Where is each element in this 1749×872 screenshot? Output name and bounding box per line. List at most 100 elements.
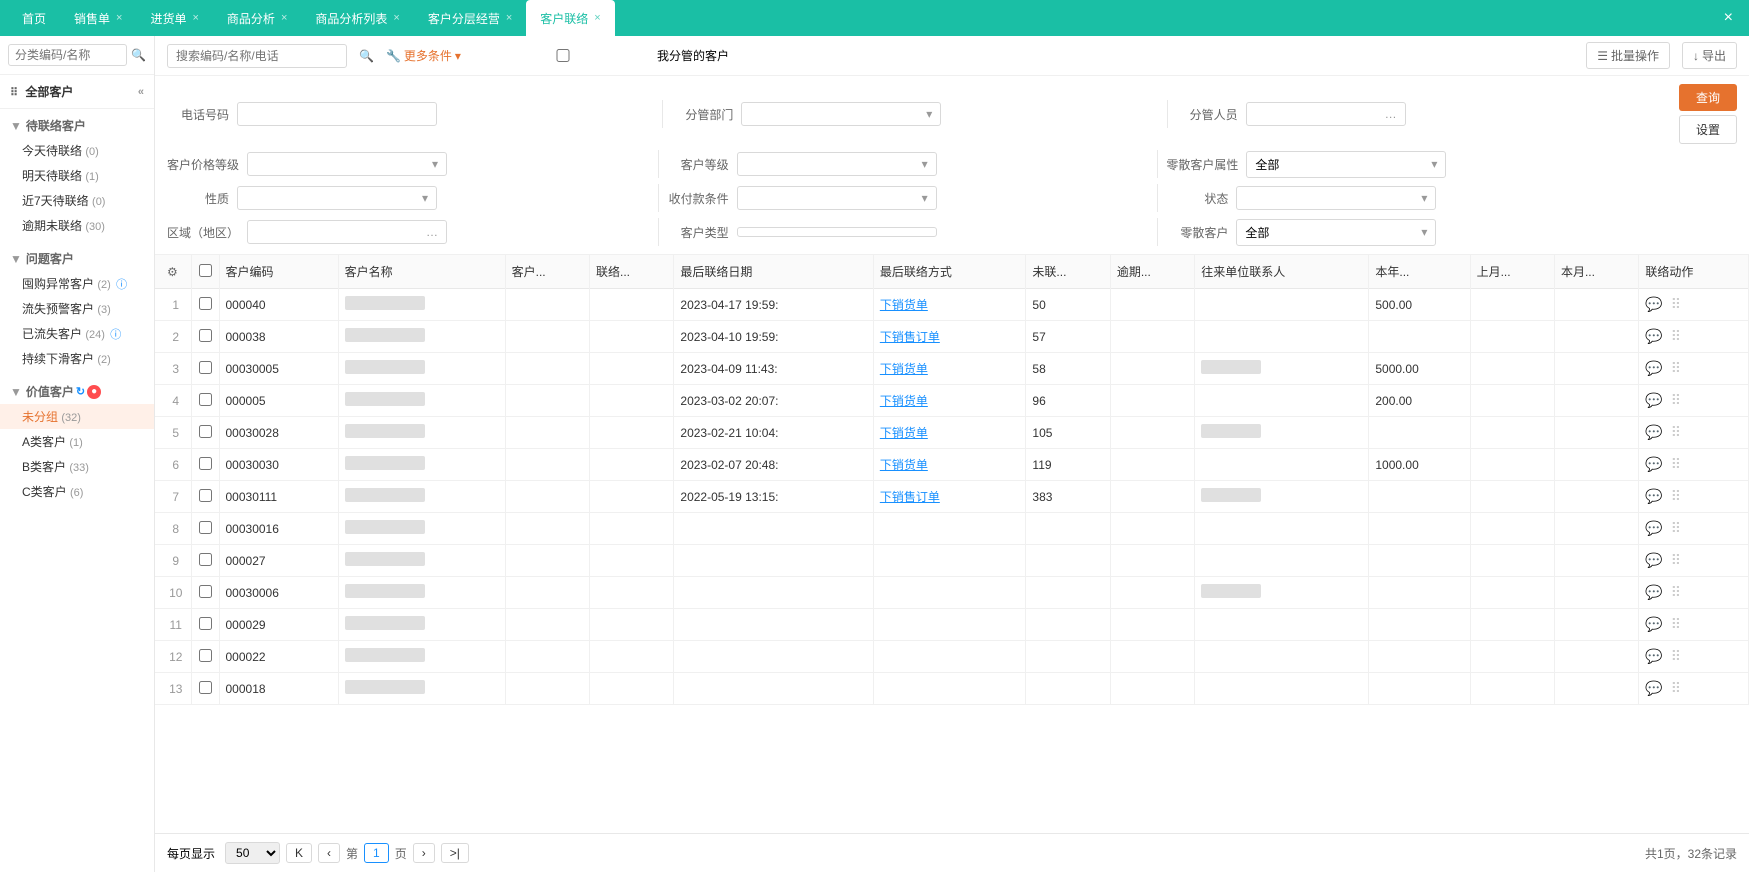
batch-op-button[interactable]: ☰ 批量操作	[1586, 42, 1670, 69]
manager-select[interactable]: …	[1246, 102, 1406, 126]
cell-checkbox[interactable]	[191, 417, 219, 449]
cust-type-select[interactable]	[737, 227, 937, 237]
row-checkbox[interactable]	[199, 297, 212, 310]
message-icon[interactable]: 💬	[1645, 392, 1662, 409]
message-icon[interactable]: 💬	[1645, 552, 1662, 569]
contact-way-link[interactable]: 下销售订单	[880, 490, 940, 504]
my-customers-checkbox[interactable]: 我分管的客户	[473, 47, 729, 64]
nav-customer-contact[interactable]: 客户联络 ×	[526, 0, 614, 36]
row-checkbox[interactable]	[199, 617, 212, 630]
qr-icon[interactable]: ⠿	[1671, 648, 1681, 665]
qr-icon[interactable]: ⠿	[1671, 360, 1681, 377]
reset-button[interactable]: 设置	[1679, 115, 1737, 144]
sidebar-item-today[interactable]: 今天待联络 (0)	[0, 138, 154, 163]
nature-select[interactable]: ▾	[237, 186, 437, 210]
cell-checkbox[interactable]	[191, 609, 219, 641]
row-checkbox[interactable]	[199, 521, 212, 534]
qr-icon[interactable]: ⠿	[1671, 680, 1681, 697]
row-checkbox[interactable]	[199, 585, 212, 598]
qr-icon[interactable]: ⠿	[1671, 424, 1681, 441]
search-input[interactable]	[167, 44, 347, 68]
refresh-icon[interactable]: ↻	[76, 385, 85, 398]
sidebar-item-c-class[interactable]: C类客户 (6)	[0, 479, 154, 504]
nav-sales[interactable]: 销售单 ×	[60, 0, 136, 36]
first-page-button[interactable]: K	[286, 843, 312, 863]
sidebar-all-customers[interactable]: ⠿ 全部客户 «	[0, 75, 154, 109]
cell-checkbox[interactable]	[191, 513, 219, 545]
row-checkbox[interactable]	[199, 553, 212, 566]
qr-icon[interactable]: ⠿	[1671, 296, 1681, 313]
cell-checkbox[interactable]	[191, 641, 219, 673]
close-all-button[interactable]: ×	[1716, 9, 1741, 27]
my-customers-check[interactable]	[473, 49, 653, 62]
region-select[interactable]: …	[247, 220, 447, 244]
cell-checkbox[interactable]	[191, 577, 219, 609]
sidebar-item-lost[interactable]: 已流失客户 (24) ⓘ	[0, 321, 154, 346]
sidebar-search-input[interactable]	[8, 44, 127, 66]
message-icon[interactable]: 💬	[1645, 456, 1662, 473]
message-icon[interactable]: 💬	[1645, 360, 1662, 377]
close-purchase-icon[interactable]: ×	[192, 12, 198, 24]
close-customer-layer-icon[interactable]: ×	[506, 12, 512, 24]
status-select[interactable]: ▾	[1236, 186, 1436, 210]
contact-way-link[interactable]: 下销货单	[880, 362, 928, 376]
more-conditions-button[interactable]: 🔧 更多条件 ▾	[386, 47, 461, 64]
cell-checkbox[interactable]	[191, 353, 219, 385]
qr-icon[interactable]: ⠿	[1671, 328, 1681, 345]
dept-select[interactable]: ▾	[741, 102, 941, 126]
th-checkbox[interactable]	[191, 255, 219, 289]
qr-icon[interactable]: ⠿	[1671, 392, 1681, 409]
sidebar-section-problem-title[interactable]: ▼ 问题客户	[0, 246, 154, 271]
row-checkbox[interactable]	[199, 361, 212, 374]
settings-icon[interactable]: ⚙	[167, 265, 178, 279]
cell-checkbox[interactable]	[191, 481, 219, 513]
per-page-select[interactable]: 50 100 200	[225, 842, 280, 864]
payment-select[interactable]: ▾	[737, 186, 937, 210]
select-all-checkbox[interactable]	[199, 264, 212, 277]
sidebar-item-7days[interactable]: 近7天待联络 (0)	[0, 188, 154, 213]
sidebar-item-abnormal[interactable]: 囤购异常客户 (2) ⓘ	[0, 271, 154, 296]
close-customer-contact-icon[interactable]: ×	[594, 12, 600, 24]
query-button[interactable]: 查询	[1679, 84, 1737, 111]
qr-icon[interactable]: ⠿	[1671, 552, 1681, 569]
contact-way-link[interactable]: 下销货单	[880, 426, 928, 440]
cell-checkbox[interactable]	[191, 449, 219, 481]
search-icon[interactable]: 🔍	[359, 49, 374, 63]
last-page-button[interactable]: >|	[441, 843, 469, 863]
sidebar-item-declining[interactable]: 持续下滑客户 (2)	[0, 346, 154, 371]
scatter-attr-select[interactable]: 全部 ▾	[1246, 151, 1446, 178]
collapse-icon[interactable]: «	[138, 86, 144, 98]
sidebar-item-ungroup[interactable]: 未分组 (32)	[0, 404, 154, 429]
cell-checkbox[interactable]	[191, 321, 219, 353]
qr-icon[interactable]: ⠿	[1671, 456, 1681, 473]
message-icon[interactable]: 💬	[1645, 648, 1662, 665]
customer-level-select[interactable]: ▾	[737, 152, 937, 176]
sidebar-item-tomorrow[interactable]: 明天待联络 (1)	[0, 163, 154, 188]
sidebar-item-b-class[interactable]: B类客户 (33)	[0, 454, 154, 479]
qr-icon[interactable]: ⠿	[1671, 616, 1681, 633]
row-checkbox[interactable]	[199, 329, 212, 342]
close-goods-analysis-icon[interactable]: ×	[281, 12, 287, 24]
th-settings[interactable]: ⚙	[155, 255, 191, 289]
sidebar-section-value-title[interactable]: ▼ 价值客户 ↻ ●	[0, 379, 154, 404]
row-checkbox[interactable]	[199, 457, 212, 470]
message-icon[interactable]: 💬	[1645, 488, 1662, 505]
message-icon[interactable]: 💬	[1645, 616, 1662, 633]
contact-way-link[interactable]: 下销货单	[880, 298, 928, 312]
nav-home[interactable]: 首页	[8, 0, 60, 36]
contact-way-link[interactable]: 下销货单	[880, 394, 928, 408]
next-page-button[interactable]: ›	[413, 843, 435, 863]
close-sales-icon[interactable]: ×	[116, 12, 122, 24]
price-level-select[interactable]: ▾	[247, 152, 447, 176]
cell-checkbox[interactable]	[191, 385, 219, 417]
nav-customer-layer[interactable]: 客户分层经营 ×	[414, 0, 526, 36]
row-checkbox[interactable]	[199, 425, 212, 438]
contact-way-link[interactable]: 下销货单	[880, 458, 928, 472]
message-icon[interactable]: 💬	[1645, 424, 1662, 441]
nav-goods-list[interactable]: 商品分析列表 ×	[301, 0, 413, 36]
row-checkbox[interactable]	[199, 393, 212, 406]
qr-icon[interactable]: ⠿	[1671, 520, 1681, 537]
message-icon[interactable]: 💬	[1645, 584, 1662, 601]
prev-page-button[interactable]: ‹	[318, 843, 340, 863]
message-icon[interactable]: 💬	[1645, 520, 1662, 537]
